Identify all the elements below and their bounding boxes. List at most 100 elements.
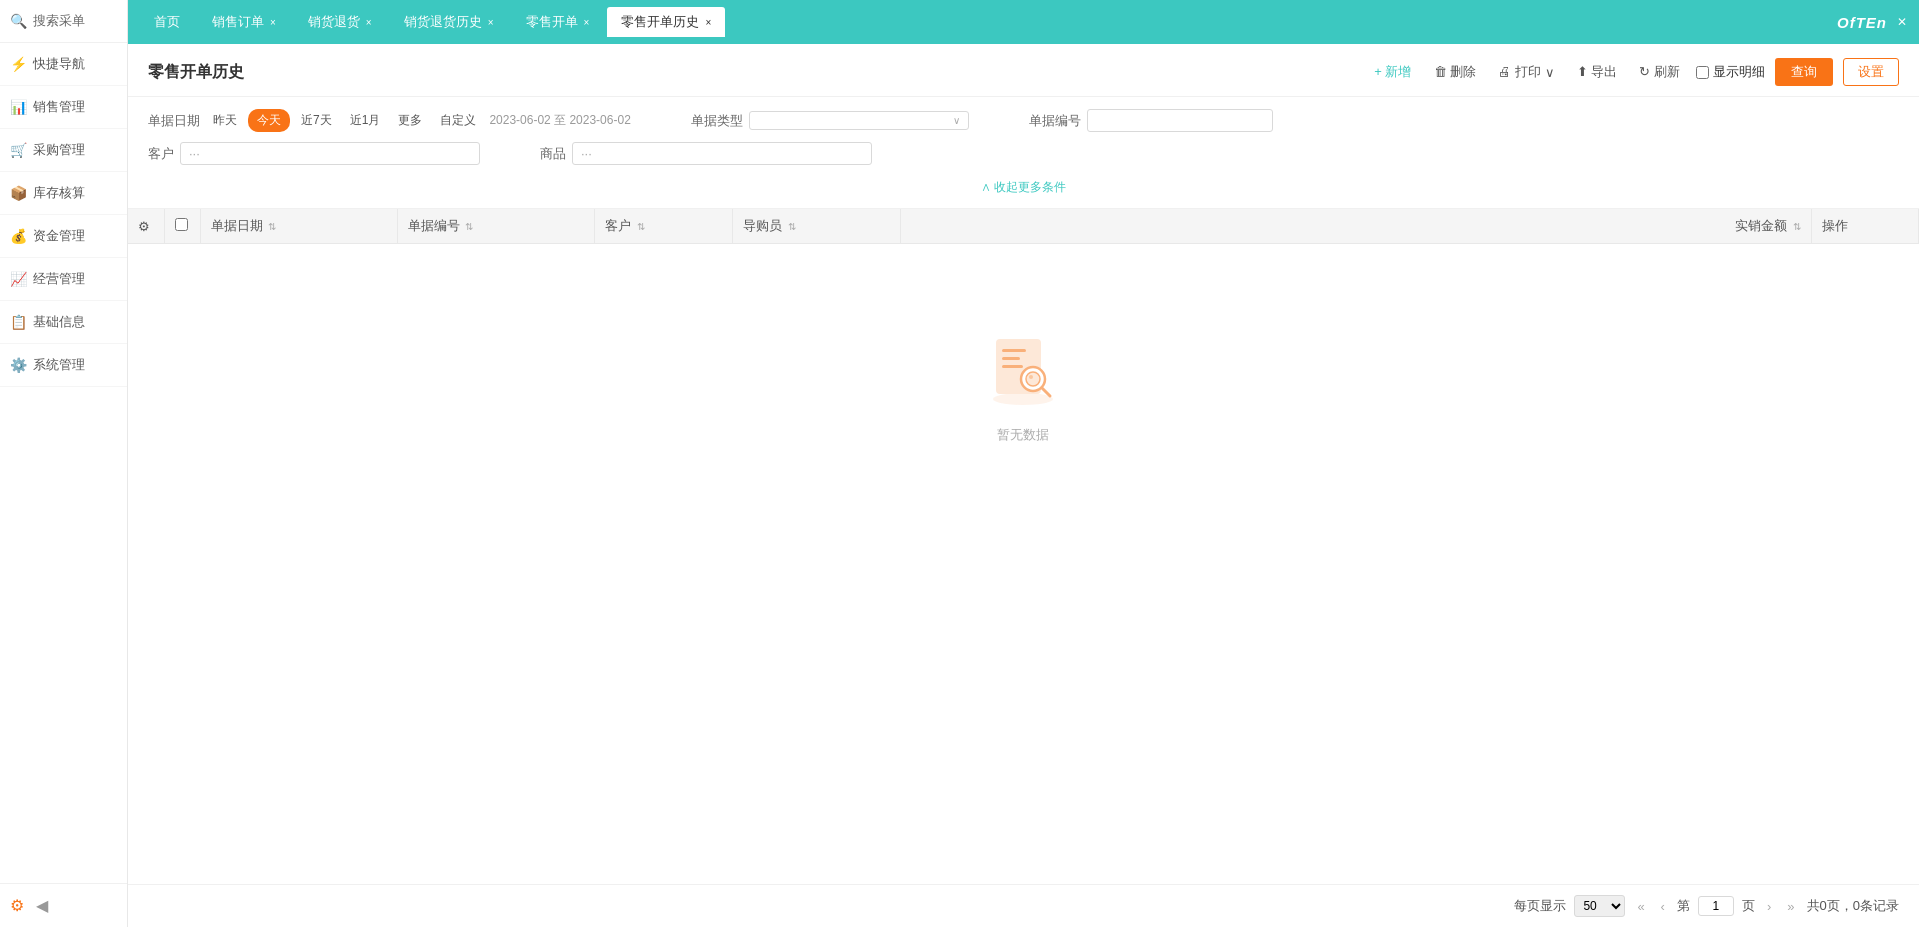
th-checkbox[interactable] [164, 209, 200, 244]
add-button[interactable]: + 新增 [1368, 60, 1417, 84]
inventory-icon: 📦 [10, 185, 27, 201]
tab-sales-order-close[interactable]: × [270, 17, 276, 28]
doc-type-label: 单据类型 [691, 112, 743, 130]
refresh-button[interactable]: ↻ 刷新 [1633, 60, 1686, 84]
sidebar-search-label: 搜索采单 [33, 12, 85, 30]
topbar-close-button[interactable]: ✕ [1897, 15, 1907, 29]
tab-home-label: 首页 [154, 13, 180, 31]
sidebar-item-label: 基础信息 [33, 313, 85, 331]
th-amount[interactable]: 实销金额 ⇅ [900, 209, 1811, 244]
print-arrow-icon: ∨ [1545, 65, 1555, 80]
per-page-select[interactable]: 50 10 20 100 [1574, 895, 1625, 917]
sidebar-item-sys-mgmt[interactable]: ⚙️ 系统管理 [0, 344, 127, 387]
goods-label: 商品 [540, 145, 566, 163]
filter-row-1: 单据日期 昨天 今天 近7天 近1月 更多 自定义 2023-06-02 至 2… [148, 109, 1899, 132]
per-page-label: 每页显示 [1514, 897, 1566, 915]
date-btn-today[interactable]: 今天 [248, 109, 290, 132]
tab-retail-open[interactable]: 零售开单 × [512, 7, 604, 37]
setting-button[interactable]: 设置 [1843, 58, 1899, 86]
tab-sales-return-history[interactable]: 销货退货历史 × [390, 7, 508, 37]
sidebar-item-purchase-mgmt[interactable]: 🛒 采购管理 [0, 129, 127, 172]
quick-nav-icon: ⚡ [10, 56, 27, 72]
sys-mgmt-icon: ⚙️ [10, 357, 27, 373]
tab-sales-return-close[interactable]: × [366, 17, 372, 28]
filter-area: 单据日期 昨天 今天 近7天 近1月 更多 自定义 2023-06-02 至 2… [128, 97, 1919, 209]
sidebar-bottom: ⚙ ◀ [0, 883, 127, 927]
sidebar-search[interactable]: 🔍 搜索采单 [0, 0, 127, 43]
tab-retail-history[interactable]: 零售开单历史 × [607, 7, 725, 37]
display-detail-checkbox[interactable] [1696, 66, 1709, 79]
print-button[interactable]: 🖨 打印 ∨ [1492, 60, 1561, 84]
sidebar-gear-button[interactable]: ⚙ [10, 896, 24, 915]
purchase-mgmt-icon: 🛒 [10, 142, 27, 158]
customer-sort-icon: ⇅ [637, 221, 645, 232]
th-guide[interactable]: 导购员 ⇅ [733, 209, 901, 244]
page-number-input[interactable] [1698, 896, 1734, 916]
sidebar-item-label: 经营管理 [33, 270, 85, 288]
customer-input[interactable]: ··· [180, 142, 480, 165]
base-info-icon: 📋 [10, 314, 27, 330]
data-table: ⚙ 单据日期 ⇅ 单据编号 ⇅ [128, 209, 1919, 484]
next-page-button[interactable]: › [1763, 897, 1775, 916]
sidebar-item-sales-mgmt[interactable]: 📊 销售管理 [0, 86, 127, 129]
page-suffix: 页 [1742, 897, 1755, 915]
topbar-right: OfTEn ✕ [1837, 14, 1907, 31]
empty-state: 暂无数据 [128, 244, 1919, 484]
print-label: 🖨 打印 [1498, 63, 1541, 81]
customer-filter: 客户 ··· [148, 142, 480, 165]
prev-page-button[interactable]: ‹ [1657, 897, 1669, 916]
query-button[interactable]: 查询 [1775, 58, 1833, 86]
search-icon: 🔍 [10, 13, 27, 29]
sidebar-item-label: 快捷导航 [33, 55, 85, 73]
sidebar-item-finance[interactable]: 💰 资金管理 [0, 215, 127, 258]
tab-sales-return-label: 销货退货 [308, 13, 360, 31]
select-all-checkbox[interactable] [175, 218, 188, 231]
sidebar-item-inventory[interactable]: 📦 库存核算 [0, 172, 127, 215]
sidebar-collapse-button[interactable]: ◀ [36, 896, 48, 915]
first-page-button[interactable]: « [1633, 897, 1648, 916]
tab-sales-order[interactable]: 销售订单 × [198, 7, 290, 37]
doc-type-select[interactable]: ∨ [749, 111, 969, 130]
tab-retail-history-close[interactable]: × [705, 17, 711, 28]
sales-mgmt-icon: 📊 [10, 99, 27, 115]
tab-sales-return-history-close[interactable]: × [488, 17, 494, 28]
delete-button[interactable]: 🗑 删除 [1428, 60, 1483, 84]
date-btn-yesterday[interactable]: 昨天 [206, 109, 244, 132]
tab-retail-open-close[interactable]: × [584, 17, 590, 28]
th-doc-no[interactable]: 单据编号 ⇅ [397, 209, 594, 244]
table-area: ⚙ 单据日期 ⇅ 单据编号 ⇅ [128, 209, 1919, 884]
date-btn-custom[interactable]: 自定义 [433, 109, 483, 132]
th-guide-label: 导购员 [743, 218, 782, 233]
topbar: 首页 销售订单 × 销货退货 × 销货退货历史 × 零售开单 × 零售开单历史 … [128, 0, 1919, 44]
collapse-filter-button[interactable]: ∧ 收起更多条件 [148, 175, 1899, 200]
th-doc-no-label: 单据编号 [408, 218, 460, 233]
sidebar-item-base-info[interactable]: 📋 基础信息 [0, 301, 127, 344]
business-icon: 📈 [10, 271, 27, 287]
sidebar-item-business[interactable]: 📈 经营管理 [0, 258, 127, 301]
th-customer[interactable]: 客户 ⇅ [595, 209, 733, 244]
export-button[interactable]: ⬆ 导出 [1571, 60, 1624, 84]
amount-sort-icon: ⇅ [1793, 221, 1801, 232]
doc-no-input[interactable] [1087, 109, 1273, 132]
brand-label: OfTEn [1837, 14, 1887, 31]
goods-filter: 商品 ··· [540, 142, 872, 165]
goods-input[interactable]: ··· [572, 142, 872, 165]
tab-sales-return[interactable]: 销货退货 × [294, 7, 386, 37]
date-btn-more[interactable]: 更多 [391, 109, 429, 132]
filter-row-2: 客户 ··· 商品 ··· [148, 142, 1899, 165]
settings-icon: ⚙ [138, 219, 150, 234]
display-detail-toggle[interactable]: 显示明细 [1696, 63, 1765, 81]
doc-no-label: 单据编号 [1029, 112, 1081, 130]
th-settings[interactable]: ⚙ [128, 209, 164, 244]
last-page-button[interactable]: » [1783, 897, 1798, 916]
svg-rect-4 [1002, 365, 1023, 368]
th-action-label: 操作 [1822, 218, 1848, 233]
tab-home[interactable]: 首页 [140, 7, 194, 37]
total-label: 共0页，0条记录 [1807, 897, 1899, 915]
th-doc-date[interactable]: 单据日期 ⇅ [200, 209, 397, 244]
date-btn-last7[interactable]: 近7天 [294, 109, 339, 132]
sidebar-item-quick-nav[interactable]: ⚡ 快捷导航 [0, 43, 127, 86]
empty-icon [978, 324, 1068, 414]
date-btn-last-month[interactable]: 近1月 [343, 109, 388, 132]
goods-dots: ··· [581, 146, 592, 161]
